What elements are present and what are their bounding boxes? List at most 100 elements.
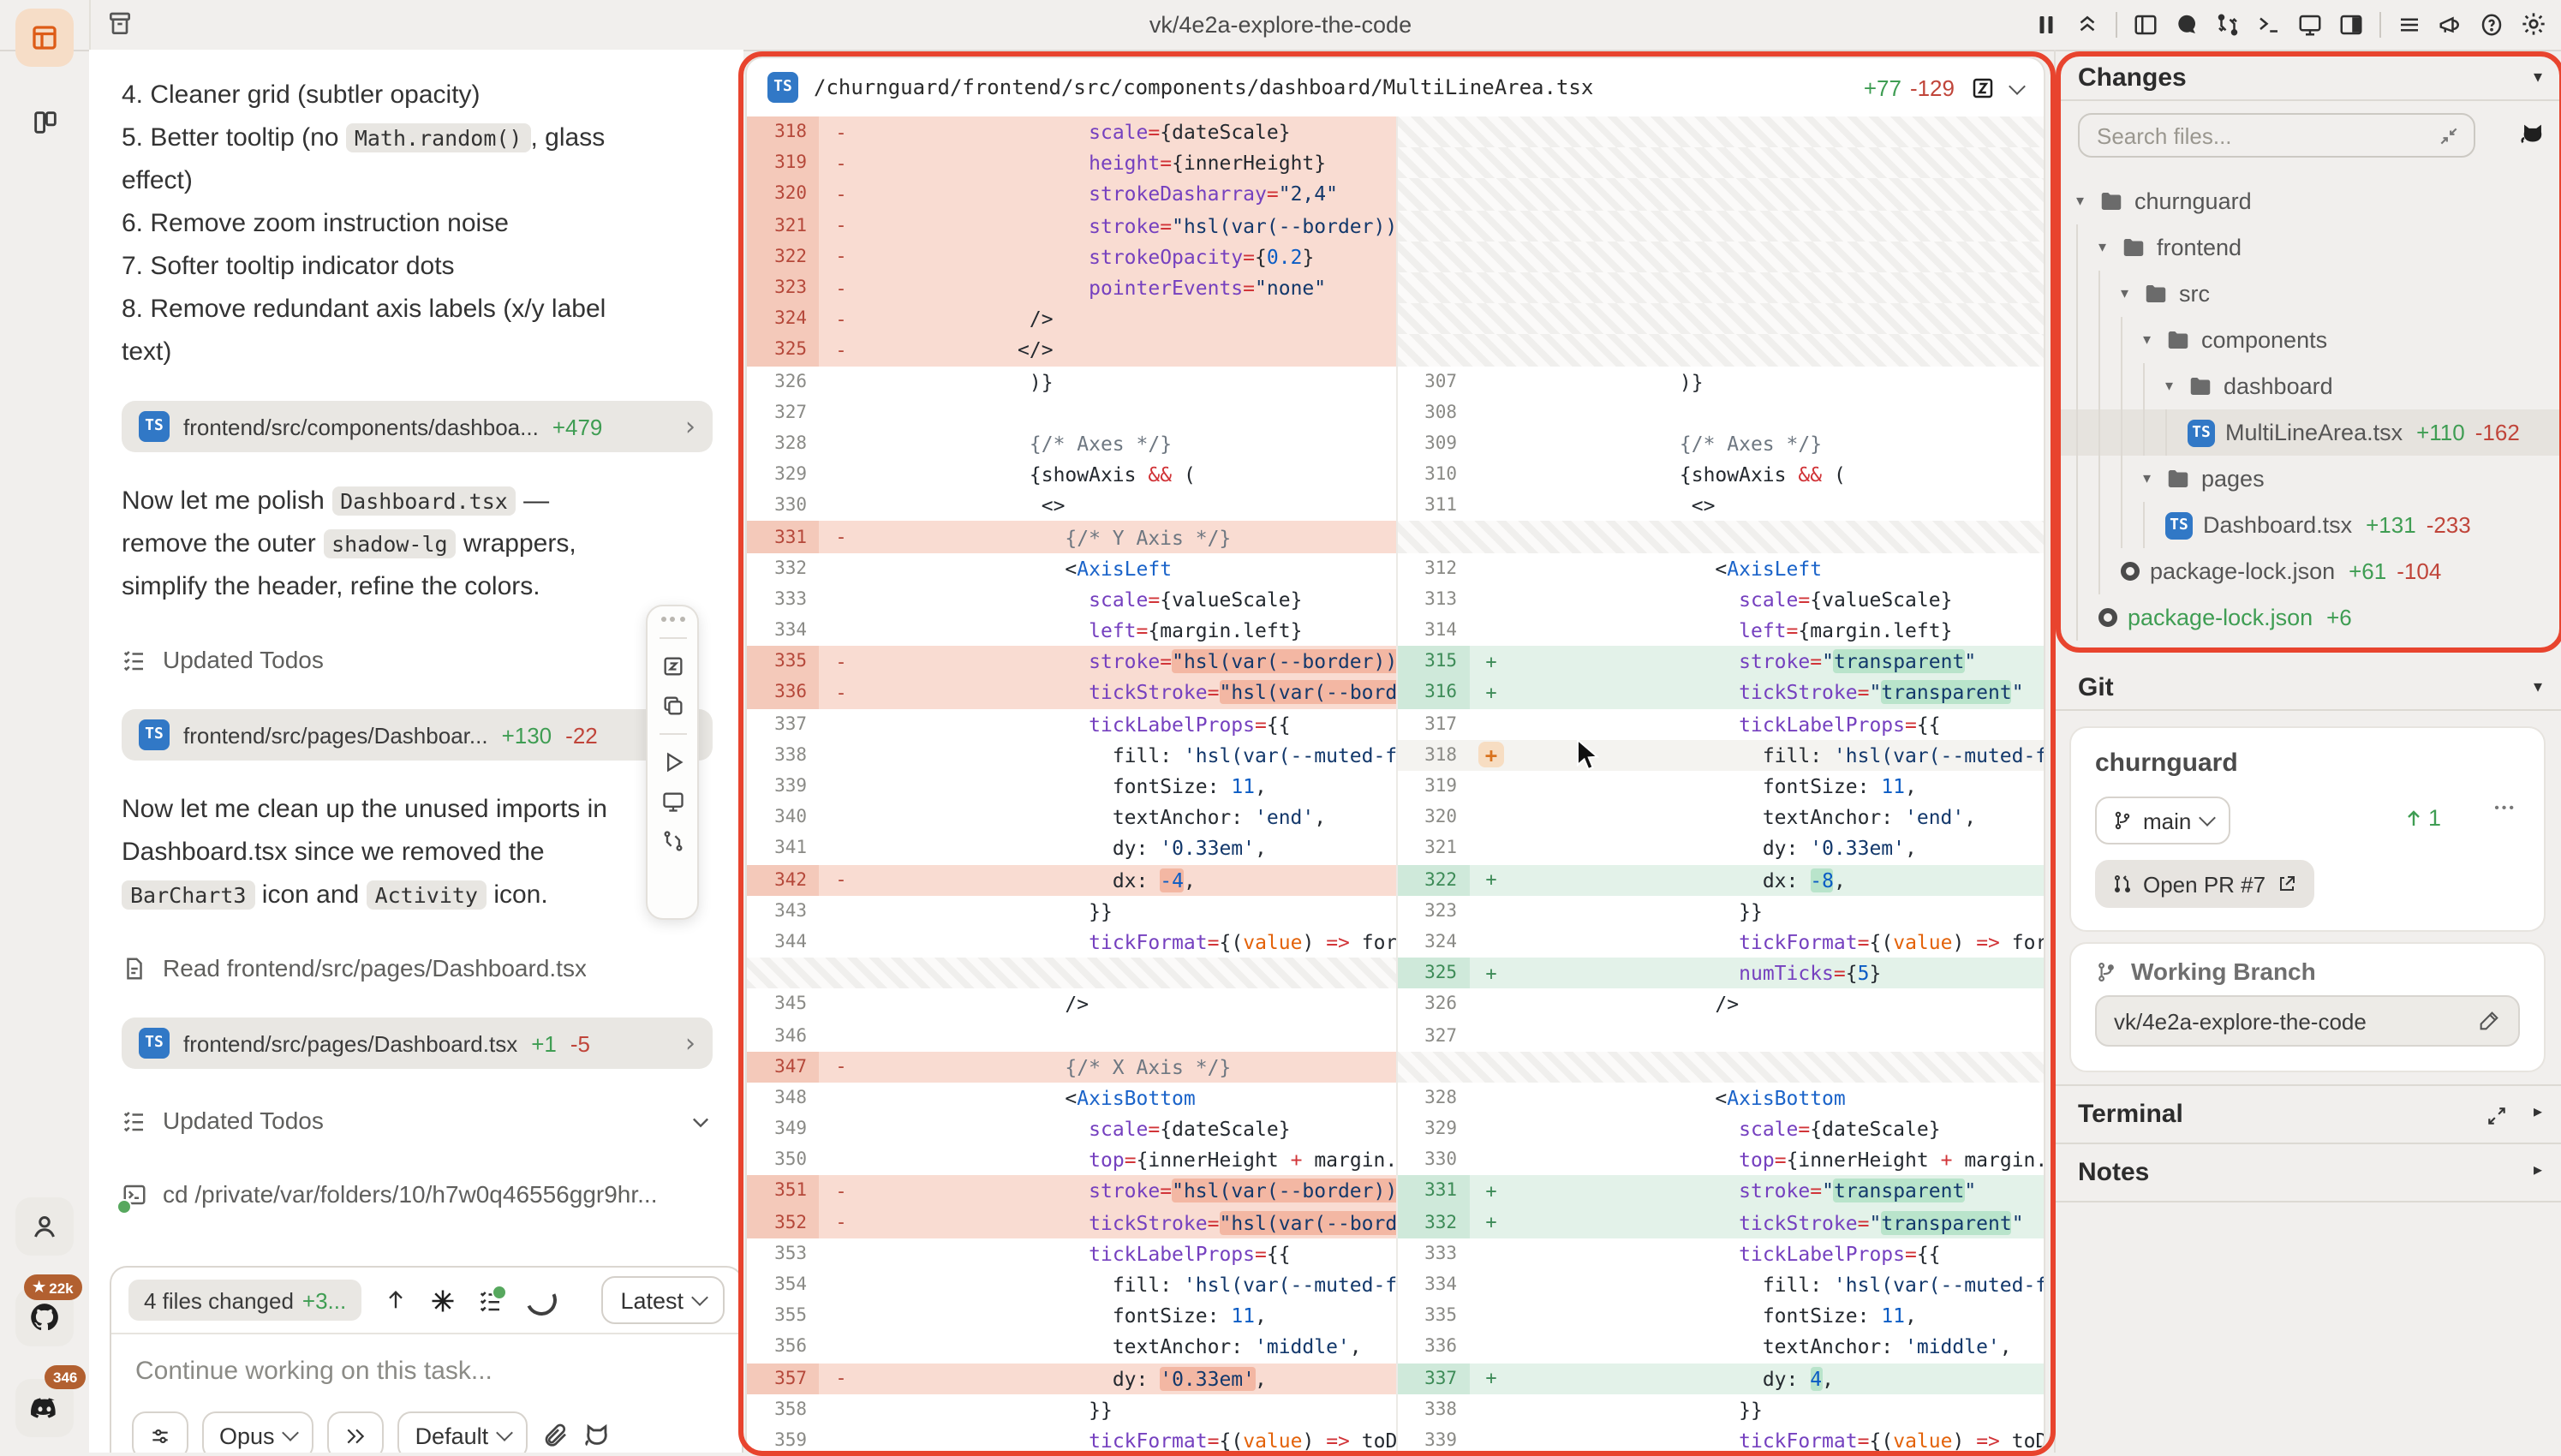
attach-icon[interactable]	[541, 1422, 569, 1449]
tree-item-dashboard-tsx[interactable]: TSDashboard.tsx+131-233	[2056, 502, 2561, 548]
chat-bubble-icon[interactable]	[2174, 11, 2200, 37]
diff-row: 340 textAnchor: 'end',320 textAnchor: 'e…	[747, 802, 2044, 832]
diff-line: 330 <>	[747, 491, 1395, 522]
diff-line: 328 {/* Axes */}	[747, 428, 1395, 459]
fast-forward-button[interactable]	[328, 1411, 385, 1453]
collapse-diff-chevron[interactable]	[2009, 77, 2026, 94]
collapse-up-icon[interactable]	[2074, 11, 2100, 37]
working-branch-input[interactable]: vk/4e2a-explore-the-code	[2095, 995, 2520, 1047]
tree-item-src[interactable]: ▾src	[2056, 271, 2561, 317]
tree-expand-triangle[interactable]: ▾	[2143, 331, 2165, 349]
file-chip[interactable]: TSfrontend/src/pages/Dashboard.tsx+1-5›	[122, 1017, 713, 1069]
terminal-icon[interactable]	[2256, 11, 2282, 37]
diff-line: 351- stroke="hsl(var(--border))"	[747, 1176, 1395, 1207]
git-collapse-triangle[interactable]: ▾	[2534, 678, 2542, 697]
open-pr-button[interactable]: Open PR #7	[2095, 860, 2313, 908]
tree-expand-triangle[interactable]: ▾	[2076, 192, 2098, 211]
model-dropdown[interactable]: Opus	[202, 1411, 314, 1453]
changes-collapse-triangle[interactable]: ▾	[2534, 69, 2542, 87]
diff-row: 345 />326 />	[747, 989, 2044, 1020]
search-files-box[interactable]	[2078, 113, 2475, 158]
git-compare-icon[interactable]	[660, 829, 684, 853]
tree-expand-triangle[interactable]: ▾	[2121, 284, 2143, 303]
diff-gap-filler	[1395, 303, 2044, 334]
megaphone-icon[interactable]	[2438, 11, 2463, 37]
more-options-icon[interactable]: •••	[2494, 800, 2516, 815]
todo-update-row[interactable]: Updated Todos	[122, 1100, 713, 1143]
tree-item-dashboard[interactable]: ▾dashboard	[2056, 363, 2561, 409]
file-chip[interactable]: TSfrontend/src/components/dashboa...+479…	[122, 401, 713, 452]
edit-pencil-icon[interactable]	[2477, 1009, 2501, 1033]
file-chip[interactable]: TSfrontend/src/pages/Dashboar...+130-22›	[122, 709, 713, 761]
diff-row: 327308	[747, 397, 2044, 427]
tool-action-row[interactable]: Read frontend/src/pages/Dashboard.tsx	[122, 947, 713, 990]
spark-icon[interactable]	[430, 1287, 456, 1313]
tree-item-multilinearea-tsx[interactable]: TSMultiLineArea.tsx+110-162	[2056, 409, 2561, 456]
diff-body: 318- scale={dateScale}319- height={inner…	[747, 116, 2044, 1454]
diff-row: 332 <AxisLeft312 <AxisLeft	[747, 552, 2044, 583]
monitor-icon[interactable]	[660, 790, 684, 814]
inline-code: Activity	[367, 880, 487, 910]
termin al-section-title[interactable]: Terminal	[2078, 1100, 2183, 1129]
rail-item-account[interactable]	[15, 1197, 74, 1256]
menu-icon[interactable]	[2397, 11, 2422, 37]
base-branch-dropdown[interactable]: main	[2095, 797, 2230, 844]
diff-line: 309 {/* Axes */}	[1395, 428, 2044, 459]
diff-view-toggle-icon[interactable]	[1970, 75, 1996, 100]
diff-line: 343 }}	[747, 895, 1395, 926]
folder-icon	[2188, 373, 2213, 399]
cat-icon[interactable]	[582, 1421, 612, 1450]
notes-expand-triangle[interactable]: ▸	[2534, 1161, 2542, 1180]
diff-row: 325- </>	[747, 335, 2044, 366]
terminal-command-row[interactable]: cd /private/var/folders/10/h7w0q46556ggr…	[122, 1173, 713, 1216]
chevron-down-icon[interactable]	[689, 1109, 713, 1133]
rail-item-board[interactable]	[15, 92, 74, 151]
tree-expand-triangle[interactable]: ▾	[2165, 377, 2188, 396]
tree-item-frontend[interactable]: ▾frontend	[2056, 224, 2561, 271]
tree-expand-triangle[interactable]: ▾	[2098, 238, 2121, 257]
help-icon[interactable]	[2479, 11, 2504, 37]
diff-gap-filler	[1395, 179, 2044, 210]
diff-line: 339 tickFormat={(value) => toDateLabel(v…	[1395, 1425, 2044, 1454]
pause-icon[interactable]	[2033, 11, 2059, 37]
git-compare-icon[interactable]	[2215, 11, 2241, 37]
diff-line: 335 fontSize: 11,	[1395, 1300, 2044, 1331]
expand-terminal-icon[interactable]	[2486, 1105, 2508, 1127]
tree-item-package-lock-json[interactable]: package-lock.json+61-104	[2056, 548, 2561, 594]
diff-line: 353 tickLabelProps={{	[747, 1238, 1395, 1269]
composer-input[interactable]: Continue working on this task...	[111, 1334, 742, 1386]
tree-expand-triangle[interactable]: ▾	[2143, 469, 2165, 488]
search-files-input[interactable]	[2093, 121, 2438, 150]
drag-handle-icon[interactable]	[660, 617, 684, 622]
diff-line: 314 left={margin.left}	[1395, 615, 2044, 646]
diff-line: 358 }}	[747, 1393, 1395, 1424]
tree-item-pages[interactable]: ▾pages	[2056, 456, 2561, 502]
mode-dropdown[interactable]: Default	[398, 1411, 528, 1453]
todo-update-row[interactable]: Updated Todos	[122, 639, 713, 682]
panel-left-icon[interactable]	[2133, 11, 2158, 37]
tree-item-package-lock-json[interactable]: package-lock.json+6	[2056, 594, 2561, 641]
latest-dropdown[interactable]: Latest	[601, 1276, 725, 1324]
working-branch-label: Working Branch	[2131, 958, 2316, 985]
tree-item-churnguard[interactable]: ▾churnguard	[2056, 178, 2561, 224]
typescript-file-icon: TS	[2165, 511, 2193, 539]
screen-share-icon[interactable]	[2297, 11, 2323, 37]
settings-gear-icon[interactable]	[2520, 10, 2547, 38]
copy-icon[interactable]	[660, 694, 684, 718]
terminal-expand-triangle[interactable]: ▸	[2534, 1103, 2542, 1122]
edit-diff-icon[interactable]	[660, 654, 684, 678]
add-comment-button[interactable]: +	[1478, 743, 1504, 768]
tree-item-components[interactable]: ▾components	[2056, 317, 2561, 363]
rail-item-dashboard-active[interactable]	[15, 9, 74, 67]
play-icon[interactable]	[660, 750, 684, 774]
panel-right-icon[interactable]	[2338, 11, 2364, 37]
diff-row: 318- scale={dateScale}	[747, 116, 2044, 147]
notes-section-title[interactable]: Notes	[2078, 1158, 2149, 1187]
settings-sliders-button[interactable]	[132, 1411, 188, 1453]
files-changed-chip[interactable]: 4 files changed+3...	[128, 1280, 361, 1321]
cat-icon[interactable]	[2518, 120, 2547, 149]
todos-icon[interactable]	[478, 1287, 504, 1313]
scroll-up-icon[interactable]	[384, 1288, 408, 1312]
collapse-tree-icon[interactable]	[2438, 124, 2460, 146]
diff-stats: +77-129	[1864, 75, 1955, 100]
